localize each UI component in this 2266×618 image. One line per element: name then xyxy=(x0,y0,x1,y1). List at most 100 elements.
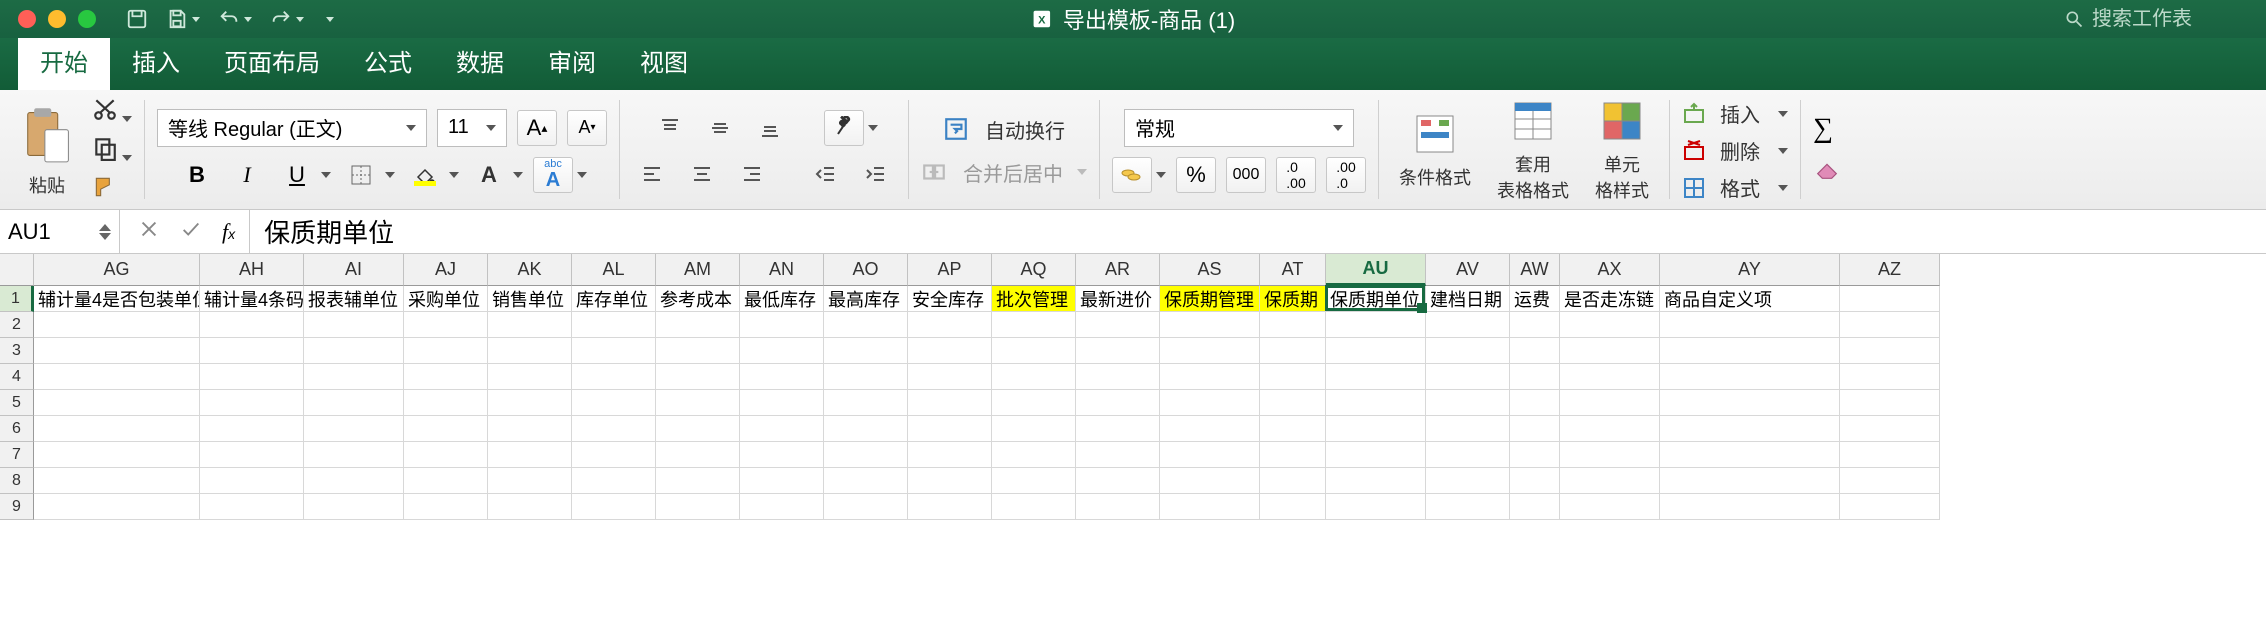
cell[interactable] xyxy=(1326,338,1426,364)
column-header-AJ[interactable]: AJ xyxy=(404,254,488,286)
cell[interactable] xyxy=(1160,364,1260,390)
cell[interactable] xyxy=(1260,338,1326,364)
cell[interactable] xyxy=(1840,286,1940,312)
cell[interactable] xyxy=(304,364,404,390)
cell[interactable] xyxy=(404,468,488,494)
cell[interactable] xyxy=(1160,494,1260,520)
column-header-AN[interactable]: AN xyxy=(740,254,824,286)
cell[interactable]: 最高库存 xyxy=(824,286,908,312)
undo-button[interactable] xyxy=(218,8,252,30)
cell[interactable]: 销售单位 xyxy=(488,286,572,312)
align-center-button[interactable] xyxy=(682,156,722,192)
borders-button[interactable] xyxy=(341,157,381,193)
cell[interactable] xyxy=(1260,312,1326,338)
percent-button[interactable]: % xyxy=(1176,157,1216,193)
cell[interactable] xyxy=(908,338,992,364)
cell[interactable] xyxy=(1660,312,1840,338)
cell[interactable] xyxy=(488,416,572,442)
cell[interactable] xyxy=(1510,312,1560,338)
cell[interactable] xyxy=(1076,390,1160,416)
cell[interactable] xyxy=(908,390,992,416)
italic-button[interactable]: I xyxy=(227,157,267,193)
column-header-AL[interactable]: AL xyxy=(572,254,656,286)
cell[interactable] xyxy=(200,416,304,442)
cell[interactable] xyxy=(572,312,656,338)
row-header-8[interactable]: 8 xyxy=(0,468,34,494)
cell[interactable] xyxy=(824,416,908,442)
cell[interactable]: 库存单位 xyxy=(572,286,656,312)
cell[interactable] xyxy=(34,416,200,442)
cell[interactable]: 运费 xyxy=(1510,286,1560,312)
format-as-table-button[interactable]: 套用 表格格式 xyxy=(1489,99,1577,203)
align-left-button[interactable] xyxy=(632,156,672,192)
enter-formula-button[interactable] xyxy=(180,218,202,245)
tab-页面布局[interactable]: 页面布局 xyxy=(202,33,342,90)
cell[interactable] xyxy=(740,364,824,390)
cell[interactable] xyxy=(200,364,304,390)
cell[interactable] xyxy=(488,312,572,338)
cell[interactable] xyxy=(992,442,1076,468)
cell[interactable] xyxy=(656,416,740,442)
cell[interactable] xyxy=(656,442,740,468)
cell[interactable] xyxy=(1160,312,1260,338)
cell[interactable] xyxy=(740,338,824,364)
cell[interactable] xyxy=(740,442,824,468)
tab-开始[interactable]: 开始 xyxy=(18,33,110,90)
cell[interactable] xyxy=(656,494,740,520)
name-box[interactable]: AU1 xyxy=(0,210,120,253)
cell[interactable]: 安全库存 xyxy=(908,286,992,312)
cell[interactable] xyxy=(572,494,656,520)
cell[interactable] xyxy=(992,364,1076,390)
column-header-AR[interactable]: AR xyxy=(1076,254,1160,286)
cell[interactable] xyxy=(1560,468,1660,494)
cell[interactable] xyxy=(1510,416,1560,442)
align-right-button[interactable] xyxy=(732,156,772,192)
cell[interactable] xyxy=(34,390,200,416)
cell[interactable] xyxy=(1260,442,1326,468)
cell[interactable] xyxy=(740,494,824,520)
cell[interactable] xyxy=(34,494,200,520)
cell[interactable]: 采购单位 xyxy=(404,286,488,312)
row-header-4[interactable]: 4 xyxy=(0,364,34,390)
cell[interactable] xyxy=(1160,390,1260,416)
cell[interactable] xyxy=(34,468,200,494)
cell[interactable] xyxy=(1326,468,1426,494)
cell[interactable] xyxy=(1160,468,1260,494)
cell[interactable] xyxy=(1076,364,1160,390)
merge-center-button[interactable]: 合并后居中 xyxy=(921,158,1087,187)
cell[interactable] xyxy=(992,468,1076,494)
cell[interactable] xyxy=(304,494,404,520)
paste-button[interactable]: 粘贴 xyxy=(12,104,82,198)
cell[interactable] xyxy=(1426,442,1510,468)
tab-插入[interactable]: 插入 xyxy=(110,33,202,90)
customize-qat-icon[interactable] xyxy=(322,17,334,22)
cancel-formula-button[interactable] xyxy=(138,218,160,245)
cell[interactable] xyxy=(572,364,656,390)
cell[interactable] xyxy=(1660,442,1840,468)
format-painter-button[interactable] xyxy=(92,174,132,205)
cell[interactable] xyxy=(1326,364,1426,390)
autosum-button[interactable]: ∑ xyxy=(1813,113,1841,145)
cell[interactable] xyxy=(200,442,304,468)
cell[interactable] xyxy=(1840,312,1940,338)
cell[interactable]: 辅计量4是否包装单位 xyxy=(34,286,200,312)
cell[interactable] xyxy=(304,442,404,468)
cell[interactable] xyxy=(1560,416,1660,442)
cell[interactable] xyxy=(1560,312,1660,338)
align-bottom-button[interactable] xyxy=(750,110,790,146)
tab-审阅[interactable]: 审阅 xyxy=(526,33,618,90)
cell[interactable] xyxy=(1260,364,1326,390)
align-middle-button[interactable] xyxy=(700,110,740,146)
cell[interactable] xyxy=(1840,468,1940,494)
cell[interactable] xyxy=(1560,494,1660,520)
cell[interactable] xyxy=(1076,468,1160,494)
cell[interactable] xyxy=(572,390,656,416)
cell[interactable] xyxy=(304,416,404,442)
cell[interactable] xyxy=(1560,390,1660,416)
cell[interactable] xyxy=(200,468,304,494)
cell[interactable] xyxy=(1426,338,1510,364)
cell[interactable] xyxy=(1840,364,1940,390)
column-header-AZ[interactable]: AZ xyxy=(1840,254,1940,286)
cell[interactable] xyxy=(656,468,740,494)
search-input[interactable] xyxy=(2092,8,2252,31)
